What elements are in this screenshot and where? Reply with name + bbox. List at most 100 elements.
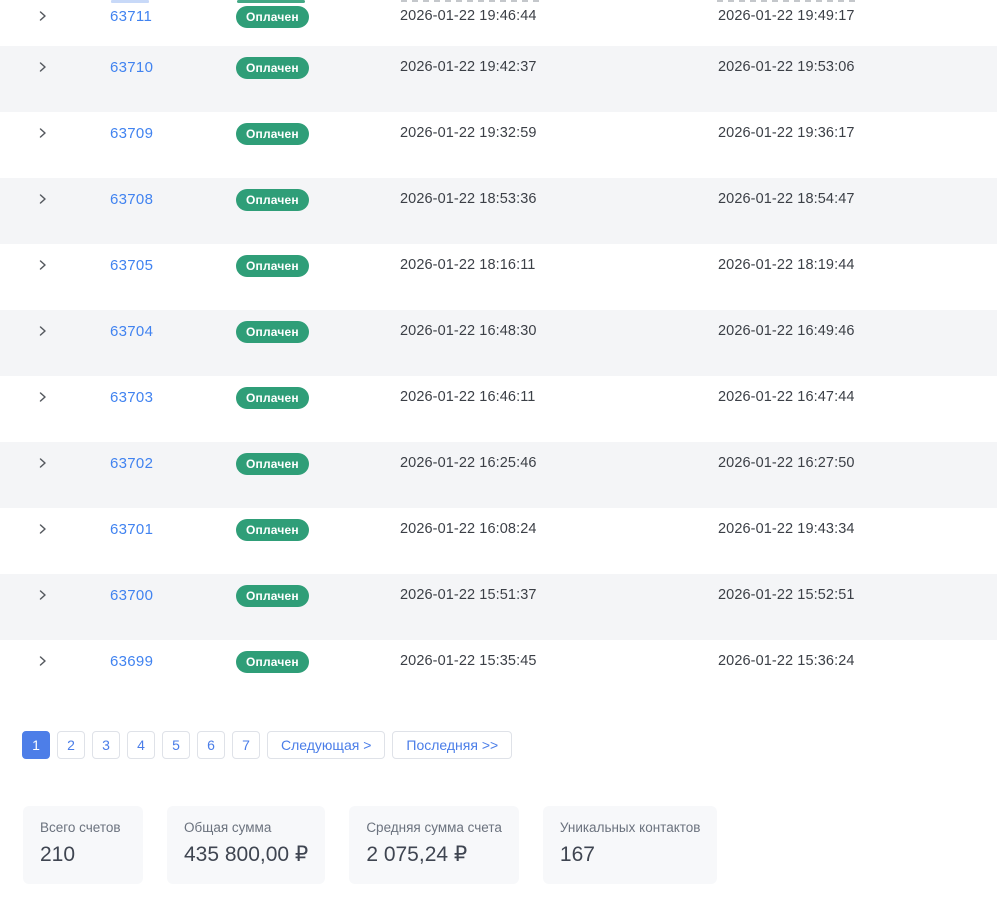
expand-cell — [0, 123, 110, 144]
created-datetime: 2026-01-22 18:16:11 — [400, 257, 536, 273]
status-badge: Оплачен — [236, 6, 309, 28]
status-cell: Оплачен — [236, 123, 400, 145]
invoice-number-link[interactable]: 63710 — [110, 59, 153, 76]
status-badge: Оплачен — [236, 519, 309, 541]
status-cell: Оплачен — [236, 387, 400, 409]
table-row: 63711 Оплачен 2026-01-22 19:46:44 2026-0… — [0, 0, 997, 46]
paid-datetime: 2026-01-22 19:53:06 — [718, 59, 855, 75]
page-button[interactable]: 4 — [127, 731, 155, 759]
stat-label: Средняя сумма счета — [366, 820, 502, 835]
stat-card: Средняя сумма счета 2 075,24 ₽ — [349, 806, 519, 884]
invoice-number-link[interactable]: 63709 — [110, 125, 153, 142]
expand-cell — [0, 189, 110, 210]
cropped-status-badge-fragment — [237, 0, 305, 3]
invoice-number-link[interactable]: 63702 — [110, 455, 153, 472]
expand-cell — [0, 57, 110, 78]
stat-value: 435 800,00 ₽ — [184, 843, 309, 866]
created-datetime: 2026-01-22 16:46:11 — [400, 389, 536, 405]
cropped-row-remnant — [0, 0, 997, 4]
table-row: 63699 Оплачен 2026-01-22 15:35:45 2026-0… — [0, 640, 997, 706]
expand-chevron-icon[interactable] — [37, 651, 48, 672]
created-datetime: 2026-01-22 19:42:37 — [400, 59, 537, 75]
pagination: 1 2 3 4 5 6 7 Следующая > Последняя >> — [22, 731, 997, 759]
expand-chevron-icon[interactable] — [37, 6, 48, 27]
invoice-number-link[interactable]: 63708 — [110, 191, 153, 208]
created-datetime: 2026-01-22 16:48:30 — [400, 323, 537, 339]
paid-datetime: 2026-01-22 15:52:51 — [718, 587, 855, 603]
expand-chevron-icon[interactable] — [37, 123, 48, 144]
created-datetime: 2026-01-22 16:08:24 — [400, 521, 537, 537]
status-badge: Оплачен — [236, 387, 309, 409]
table-row: 63705 Оплачен 2026-01-22 18:16:11 2026-0… — [0, 244, 997, 310]
status-badge: Оплачен — [236, 57, 309, 79]
cropped-created-date-fragment — [401, 0, 542, 2]
table-row: 63703 Оплачен 2026-01-22 16:46:11 2026-0… — [0, 376, 997, 442]
expand-chevron-icon[interactable] — [37, 519, 48, 540]
invoice-number-cell: 63702 — [110, 453, 236, 474]
invoice-number-cell: 63709 — [110, 123, 236, 144]
expand-chevron-icon[interactable] — [37, 321, 48, 342]
expand-chevron-icon[interactable] — [37, 255, 48, 276]
invoice-number-cell: 63711 — [110, 6, 236, 27]
invoice-number-link[interactable]: 63703 — [110, 389, 153, 406]
status-badge: Оплачен — [236, 123, 309, 145]
page-button[interactable]: 3 — [92, 731, 120, 759]
status-badge: Оплачен — [236, 651, 309, 673]
invoice-number-cell: 63708 — [110, 189, 236, 210]
cropped-paid-date-fragment — [717, 0, 859, 2]
status-cell: Оплачен — [236, 651, 400, 673]
page-button[interactable]: 5 — [162, 731, 190, 759]
status-badge: Оплачен — [236, 255, 309, 277]
expand-chevron-icon[interactable] — [37, 387, 48, 408]
last-page-button[interactable]: Последняя >> — [392, 731, 513, 759]
stat-label: Всего счетов — [40, 820, 121, 835]
invoice-number-link[interactable]: 63705 — [110, 257, 153, 274]
invoices-page: 63711 Оплачен 2026-01-22 19:46:44 2026-0… — [0, 0, 997, 884]
created-datetime: 2026-01-22 19:32:59 — [400, 125, 537, 141]
next-page-button[interactable]: Следующая > — [267, 731, 386, 759]
invoice-number-cell: 63700 — [110, 585, 236, 606]
page-button[interactable]: 7 — [232, 731, 260, 759]
expand-cell — [0, 519, 110, 540]
stat-card: Всего счетов 210 — [23, 806, 143, 884]
status-badge: Оплачен — [236, 321, 309, 343]
invoice-number-link[interactable]: 63700 — [110, 587, 153, 604]
status-cell: Оплачен — [236, 519, 400, 541]
table-row: 63701 Оплачен 2026-01-22 16:08:24 2026-0… — [0, 508, 997, 574]
expand-chevron-icon[interactable] — [37, 189, 48, 210]
page-button[interactable]: 1 — [22, 731, 50, 759]
paid-datetime: 2026-01-22 16:27:50 — [718, 455, 855, 471]
invoice-number-link[interactable]: 63701 — [110, 521, 153, 538]
invoice-number-link[interactable]: 63704 — [110, 323, 153, 340]
created-datetime: 2026-01-22 15:35:45 — [400, 653, 537, 669]
status-cell: Оплачен — [236, 6, 400, 28]
invoice-number-cell: 63705 — [110, 255, 236, 276]
expand-cell — [0, 387, 110, 408]
table-row: 63709 Оплачен 2026-01-22 19:32:59 2026-0… — [0, 112, 997, 178]
expand-chevron-icon[interactable] — [37, 585, 48, 606]
page-button[interactable]: 6 — [197, 731, 225, 759]
paid-datetime: 2026-01-22 19:43:34 — [718, 521, 855, 537]
invoice-number-cell: 63710 — [110, 57, 236, 78]
expand-cell — [0, 321, 110, 342]
expand-cell — [0, 255, 110, 276]
summary-stats: Всего счетов 210 Общая сумма 435 800,00 … — [23, 806, 997, 884]
stat-card: Уникальных контактов 167 — [542, 806, 718, 884]
invoice-number-cell: 63699 — [110, 651, 236, 672]
expand-cell — [0, 453, 110, 474]
invoices-table: 63711 Оплачен 2026-01-22 19:46:44 2026-0… — [0, 0, 997, 706]
created-datetime: 2026-01-22 16:25:46 — [400, 455, 537, 471]
invoice-number-link[interactable]: 63699 — [110, 653, 153, 670]
status-cell: Оплачен — [236, 57, 400, 79]
invoice-number-link[interactable]: 63711 — [110, 8, 152, 25]
expand-chevron-icon[interactable] — [37, 57, 48, 78]
paid-datetime: 2026-01-22 19:49:17 — [718, 8, 855, 24]
expand-chevron-icon[interactable] — [37, 453, 48, 474]
created-datetime: 2026-01-22 19:46:44 — [400, 8, 537, 24]
expand-cell — [0, 651, 110, 672]
stat-value: 167 — [559, 843, 595, 866]
page-button[interactable]: 2 — [57, 731, 85, 759]
status-badge: Оплачен — [236, 189, 309, 211]
status-cell: Оплачен — [236, 453, 400, 475]
table-row: 63710 Оплачен 2026-01-22 19:42:37 2026-0… — [0, 46, 997, 112]
